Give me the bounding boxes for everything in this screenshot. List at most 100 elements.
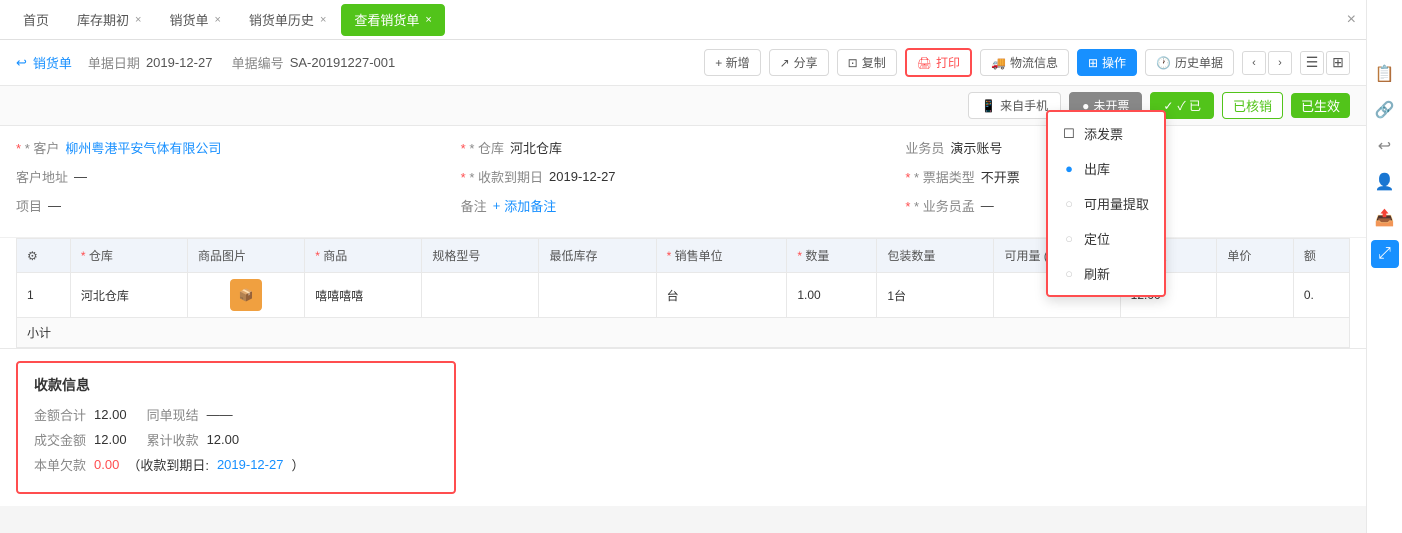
tab-view-sales[interactable]: 查看销货单 × (341, 4, 444, 36)
warehouse-value: 河北仓库 (510, 138, 562, 157)
col-quantity: * 数量 (787, 239, 877, 273)
tab-home[interactable]: 首页 (10, 4, 62, 36)
same-order-label: 同单现结 (147, 405, 199, 424)
balance-value: 0.00 (94, 457, 119, 472)
date-label: 单据日期 (88, 53, 140, 72)
address-value: — (74, 169, 87, 184)
tab-sales-history-close[interactable]: × (320, 14, 326, 26)
add-note-button[interactable]: + 添加备注 (493, 196, 557, 215)
list-view-btn[interactable]: ☰ (1300, 51, 1324, 75)
menu-add-invoice-label: 添发票 (1084, 124, 1123, 143)
menu-locate-label: 定位 (1084, 229, 1110, 248)
history-icon: 🕐 (1156, 56, 1171, 70)
tab-view-sales-label: 查看销货单 (354, 10, 419, 29)
menu-outbound[interactable]: ● 出库 (1048, 151, 1164, 186)
nav-arrows: ‹ › (1242, 51, 1292, 75)
tab-inventory[interactable]: 库存期初 × (64, 4, 154, 36)
tab-sales-history[interactable]: 销货单历史 × (236, 4, 339, 36)
payment-title: 收款信息 (34, 375, 438, 395)
prev-arrow[interactable]: ‹ (1242, 51, 1266, 75)
payment-row-1: 金额合计 12.00 同单现结 —— (34, 405, 438, 424)
date-value: 2019-12-27 (146, 55, 213, 70)
doc-icon: ↩ (16, 55, 27, 71)
col-product: * 商品 (305, 239, 422, 273)
tab-inventory-close[interactable]: × (135, 14, 141, 26)
row-amount: 0. (1293, 273, 1349, 318)
new-button[interactable]: + 新增 (704, 49, 760, 76)
row-package-qty: 1台 (877, 273, 994, 318)
logistics-button[interactable]: 🚚 物流信息 (980, 49, 1069, 76)
settings-icon: ⚙ (27, 249, 38, 263)
col-min-stock: 最低库存 (539, 239, 656, 273)
doc-actions: + 新增 ↗ 分享 ⊡ 复制 🖨 打印 🚚 物流信息 (704, 48, 1350, 77)
ops-dropdown: ☐ 添发票 ● 出库 ○ 可用量提取 ○ 定位 ○ 刷新 (1046, 110, 1166, 297)
cancel-badge: 已核销 (1222, 92, 1283, 119)
print-button[interactable]: 🖨 打印 (905, 48, 972, 77)
menu-locate[interactable]: ○ 定位 (1048, 221, 1164, 256)
tab-inventory-label: 库存期初 (77, 10, 129, 29)
staff-label: 业务员 (905, 138, 944, 157)
circle-icon: ● (1062, 162, 1076, 176)
doc-title-area: ↩ 销货单 (16, 53, 72, 72)
total-label: 金额合计 (34, 405, 86, 424)
truck-icon: 🚚 (991, 56, 1006, 70)
col-amount: 额 (1293, 239, 1349, 273)
plus-icon: + (493, 198, 501, 213)
history-button[interactable]: 🕐 历史单据 (1145, 49, 1234, 76)
menu-refresh[interactable]: ○ 刷新 (1048, 256, 1164, 291)
balance-note: （收款到期日: (127, 455, 209, 474)
customer-value[interactable]: 柳州粤港平安气体有限公司 (65, 138, 221, 157)
tab-sales-close[interactable]: × (214, 14, 220, 26)
doc-icon: ☐ (1062, 127, 1076, 141)
cumulative-label: 累计收款 (147, 430, 199, 449)
bottom-section: 收款信息 金额合计 12.00 同单现结 —— 成交金额 12.00 (0, 348, 1366, 506)
menu-add-invoice[interactable]: ☐ 添发票 (1048, 116, 1164, 151)
ticket-value: 不开票 (981, 167, 1020, 186)
number-value: SA-20191227-001 (290, 55, 396, 70)
project-label: 项目 (16, 196, 42, 215)
payment-row-2: 成交金额 12.00 累计收款 12.00 (34, 430, 438, 449)
customer-field: * * 客户 柳州粤港平安气体有限公司 (16, 138, 461, 157)
effect-badge: 已生效 (1291, 93, 1350, 118)
col-spec: 规格型号 (422, 239, 539, 273)
cumulative-value: 12.00 (207, 432, 240, 447)
warehouse-field: * * 仓库 河北仓库 (461, 138, 906, 157)
note-label: 备注 (461, 196, 487, 215)
tab-sales[interactable]: 销货单 × (156, 4, 233, 36)
grid-icon: ⊞ (1088, 56, 1098, 70)
sales-staff-value: — (981, 198, 994, 213)
row-index: 1 (17, 273, 71, 318)
project-field: 项目 — (16, 196, 461, 215)
next-arrow[interactable]: › (1268, 51, 1292, 75)
window-close-button[interactable]: × (1347, 11, 1356, 29)
grid-view-btn[interactable]: ⊞ (1326, 51, 1350, 75)
row-unit-price (1217, 273, 1293, 318)
address-label: 客户地址 (16, 167, 68, 186)
sales-staff-label: * * 业务员孟 (905, 196, 974, 215)
menu-qty-extract-label: 可用量提取 (1084, 194, 1149, 213)
copy-button[interactable]: ⊡ 复制 (837, 49, 897, 76)
menu-qty-extract[interactable]: ○ 可用量提取 (1048, 186, 1164, 221)
tab-bar: 首页 库存期初 × 销货单 × 销货单历史 × 查看销货单 × × (0, 0, 1366, 40)
balance-date: 2019-12-27 (217, 457, 284, 472)
tab-view-sales-close[interactable]: × (425, 14, 431, 26)
total-value: 12.00 (94, 407, 127, 422)
view-toggle: ☰ ⊞ (1300, 51, 1350, 75)
row-quantity: 1.00 (787, 273, 877, 318)
share-button[interactable]: ↗ 分享 (769, 49, 829, 76)
total-field: 金额合计 12.00 (34, 405, 127, 424)
row-product-image: 📦 (188, 273, 305, 318)
col-settings[interactable]: ⚙ (17, 239, 71, 273)
payment-info: 收款信息 金额合计 12.00 同单现结 —— 成交金额 12.00 (16, 361, 456, 494)
balance-field: 本单欠款 0.00 （收款到期日: 2019-12-27 ） (34, 455, 304, 474)
customer-label: * * 客户 (16, 138, 59, 157)
ops-button[interactable]: ⊞ 操作 (1077, 49, 1137, 76)
circle3-icon: ○ (1062, 232, 1076, 246)
menu-refresh-label: 刷新 (1084, 264, 1110, 283)
menu-outbound-label: 出库 (1084, 159, 1110, 178)
transaction-value: 12.00 (94, 432, 127, 447)
print-icon: 🖨 (917, 56, 932, 70)
balance-note-end: ） (291, 455, 304, 474)
row-spec (422, 273, 539, 318)
note-field: 备注 + 添加备注 (461, 196, 906, 215)
